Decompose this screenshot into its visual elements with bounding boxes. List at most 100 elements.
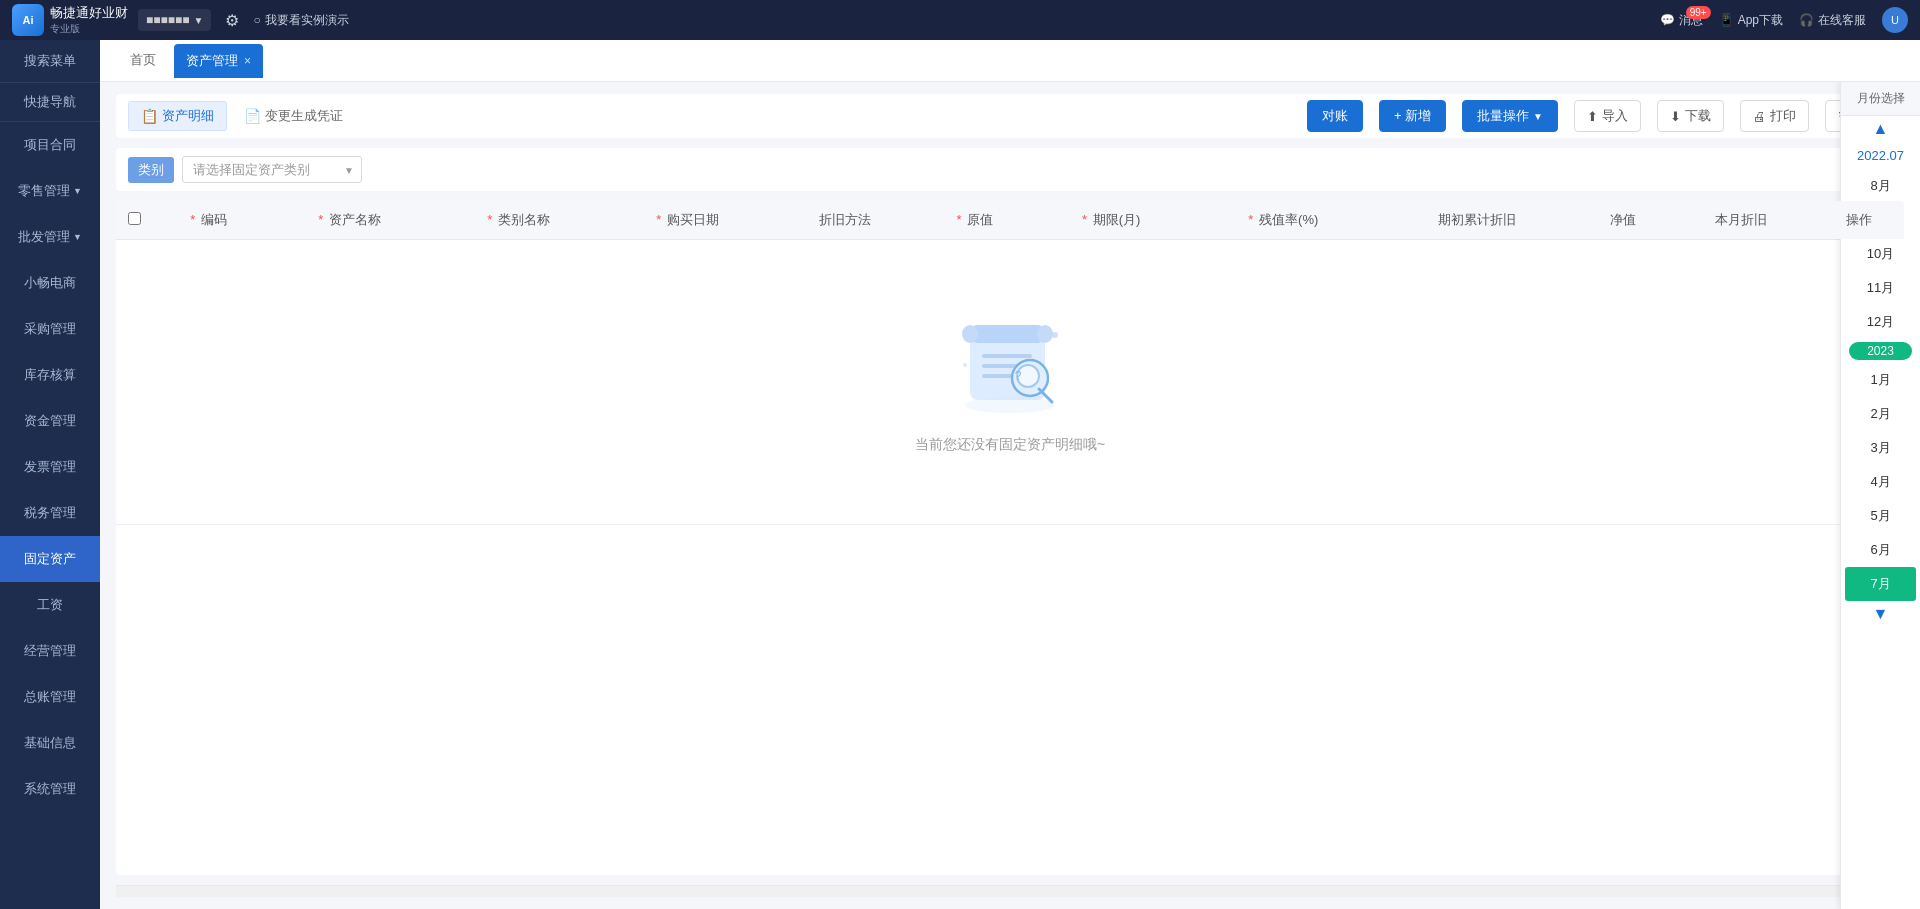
sidebar-item-ecommerce[interactable]: 小畅电商 bbox=[0, 260, 100, 306]
online-support-label: 在线客服 bbox=[1818, 12, 1866, 29]
header-category-name: * 类别名称 bbox=[434, 201, 603, 240]
online-support-button[interactable]: 🎧 在线客服 bbox=[1799, 12, 1866, 29]
change-voucher-label: 变更生成凭证 bbox=[265, 107, 343, 125]
print-button[interactable]: 🖨 打印 bbox=[1740, 100, 1809, 132]
sub-tabs: 📋 资产明细 📄 变更生成凭证 bbox=[128, 101, 356, 131]
horizontal-scrollbar[interactable] bbox=[116, 885, 1904, 897]
company-chevron-icon: ▼ bbox=[194, 15, 204, 26]
month-item-8[interactable]: 8月 bbox=[1841, 169, 1920, 203]
header-net-value: 净值 bbox=[1577, 201, 1667, 240]
import-button[interactable]: ⬆ 导入 bbox=[1574, 100, 1641, 132]
month-item-7-2023[interactable]: 7月 bbox=[1845, 567, 1916, 601]
sidebar-item-wholesale-mgmt[interactable]: 批发管理 ▼ bbox=[0, 214, 100, 260]
header-monthly-depreciation: 本月折旧 bbox=[1668, 201, 1814, 240]
empty-state-cell: ? 当前您还没有固定资产明细哦~ bbox=[116, 240, 1904, 525]
empty-state: ? 当前您还没有固定资产明细哦~ bbox=[124, 250, 1896, 514]
select-all-checkbox[interactable] bbox=[128, 212, 141, 225]
sidebar-item-invoice-mgmt[interactable]: 发票管理 bbox=[0, 444, 100, 490]
header-checkbox-col bbox=[116, 201, 152, 240]
svg-point-11 bbox=[1052, 332, 1058, 338]
sidebar-item-inventory[interactable]: 库存核算 bbox=[0, 352, 100, 398]
svg-rect-5 bbox=[982, 354, 1032, 358]
sidebar-item-operations-mgmt[interactable]: 经营管理 bbox=[0, 628, 100, 674]
month-item-3-2023[interactable]: 3月 bbox=[1841, 431, 1920, 465]
company-selector[interactable]: ■■■■■■ ▼ bbox=[138, 9, 211, 31]
sidebar-item-retail-mgmt[interactable]: 零售管理 ▼ bbox=[0, 168, 100, 214]
batch-ops-button[interactable]: 批量操作 ▼ bbox=[1462, 100, 1558, 132]
month-item-2-2023[interactable]: 2月 bbox=[1841, 397, 1920, 431]
sidebar-item-payroll[interactable]: 工资 bbox=[0, 582, 100, 628]
asset-detail-icon: 📋 bbox=[141, 108, 158, 124]
tab-bar: 首页 资产管理 × bbox=[100, 40, 1920, 82]
settings-button[interactable]: ⚙ bbox=[221, 7, 243, 34]
sub-tab-toolbar-row: 📋 资产明细 📄 变更生成凭证 对账 + 新增 批 bbox=[116, 94, 1904, 138]
app-download-button[interactable]: 📱 App下载 bbox=[1719, 12, 1783, 29]
month-nav-up: ▲ bbox=[1841, 116, 1920, 142]
sidebar-search-label: 搜索菜单 bbox=[8, 52, 92, 70]
sidebar-item-fund-mgmt[interactable]: 资金管理 bbox=[0, 398, 100, 444]
svg-text:?: ? bbox=[1015, 369, 1022, 383]
wholesale-arrow-icon: ▼ bbox=[73, 232, 82, 242]
sidebar-item-fixed-assets[interactable]: 固定资产 bbox=[0, 536, 100, 582]
svg-point-3 bbox=[962, 325, 978, 343]
tab-asset-mgmt-label: 资产管理 bbox=[186, 52, 238, 70]
category-select-wrapper[interactable]: 请选择固定资产类别 bbox=[182, 156, 362, 183]
sidebar-item-system-mgmt[interactable]: 系统管理 bbox=[0, 766, 100, 812]
demo-icon: ○ bbox=[253, 13, 260, 27]
demo-button[interactable]: ○ 我要看实例演示 bbox=[253, 12, 348, 29]
sidebar-item-general-ledger[interactable]: 总账管理 bbox=[0, 674, 100, 720]
filter-row: 类别 请选择固定资产类别 bbox=[116, 148, 1904, 191]
month-panel-header: 月份选择 bbox=[1841, 82, 1920, 116]
sub-tab-change-voucher[interactable]: 📄 变更生成凭证 bbox=[231, 101, 356, 131]
sidebar-quick-nav-label: 快捷导航 bbox=[8, 93, 92, 111]
add-button[interactable]: + 新增 bbox=[1379, 100, 1446, 132]
month-item-1-2023[interactable]: 1月 bbox=[1841, 363, 1920, 397]
headset-icon: 🎧 bbox=[1799, 13, 1814, 27]
change-voucher-icon: 📄 bbox=[244, 108, 261, 124]
brand-icon: Ai bbox=[12, 4, 44, 36]
table-header: * 编码 * 资产名称 * 类别名称 bbox=[116, 201, 1904, 240]
asset-table-container: * 编码 * 资产名称 * 类别名称 bbox=[116, 201, 1904, 875]
app-download-label: App下载 bbox=[1738, 12, 1783, 29]
year-badge-2023: 2023 bbox=[1849, 342, 1912, 360]
sidebar-item-tax-mgmt[interactable]: 税务管理 bbox=[0, 490, 100, 536]
header-code: * 编码 bbox=[152, 201, 265, 240]
app-download-icon: 📱 bbox=[1719, 13, 1734, 27]
sidebar-item-purchase-mgmt[interactable]: 采购管理 bbox=[0, 306, 100, 352]
messages-button[interactable]: 💬 消息 99+ bbox=[1660, 12, 1703, 29]
tab-home[interactable]: 首页 bbox=[116, 41, 170, 81]
brand-logo: Ai 畅捷通好业财 专业版 bbox=[12, 4, 128, 36]
page-content: 📋 资产明细 📄 变更生成凭证 对账 + 新增 批 bbox=[100, 82, 1920, 909]
tab-asset-mgmt[interactable]: 资产管理 × bbox=[174, 44, 263, 78]
user-avatar[interactable]: U bbox=[1882, 7, 1908, 33]
company-name: ■■■■■■ bbox=[146, 13, 190, 27]
download-icon: ⬇ bbox=[1670, 109, 1681, 124]
sidebar-quick-nav[interactable]: 快捷导航 bbox=[0, 83, 100, 122]
sidebar-item-basic-info[interactable]: 基础信息 bbox=[0, 720, 100, 766]
main-layout: 搜索菜单 快捷导航 项目合同 零售管理 ▼ 批发管理 ▼ 小畅电商 采购管理 库 bbox=[0, 40, 1920, 909]
table-body: ? 当前您还没有固定资产明细哦~ bbox=[116, 240, 1904, 525]
month-item-5-2023[interactable]: 5月 bbox=[1841, 499, 1920, 533]
sub-tab-asset-detail[interactable]: 📋 资产明细 bbox=[128, 101, 227, 131]
month-prev-button[interactable]: ▲ bbox=[1867, 118, 1895, 140]
month-nav-down: ▼ bbox=[1841, 601, 1920, 627]
month-next-button[interactable]: ▼ bbox=[1867, 603, 1895, 625]
sidebar-item-project-contract[interactable]: 项目合同 bbox=[0, 122, 100, 168]
header-depreciation-method: 折旧方法 bbox=[772, 201, 918, 240]
reconcile-button[interactable]: 对账 bbox=[1307, 100, 1363, 132]
asset-detail-label: 资产明细 bbox=[162, 107, 214, 125]
sidebar-search[interactable]: 搜索菜单 bbox=[0, 40, 100, 83]
header-accumulated-depreciation: 期初累计折旧 bbox=[1376, 201, 1578, 240]
month-item-6-2023[interactable]: 6月 bbox=[1841, 533, 1920, 567]
brand-name: 畅捷通好业财 bbox=[50, 4, 128, 22]
month-year-display[interactable]: 2022.07 bbox=[1841, 142, 1920, 169]
tab-close-icon[interactable]: × bbox=[244, 55, 251, 67]
category-select[interactable]: 请选择固定资产类别 bbox=[182, 156, 362, 183]
month-item-4-2023[interactable]: 4月 bbox=[1841, 465, 1920, 499]
print-icon: 🖨 bbox=[1753, 109, 1766, 124]
download-button[interactable]: ⬇ 下载 bbox=[1657, 100, 1724, 132]
month-item-10[interactable]: 10月 bbox=[1841, 237, 1920, 271]
month-item-11[interactable]: 11月 bbox=[1841, 271, 1920, 305]
empty-message: 当前您还没有固定资产明细哦~ bbox=[915, 436, 1105, 454]
month-item-12[interactable]: 12月 bbox=[1841, 305, 1920, 339]
